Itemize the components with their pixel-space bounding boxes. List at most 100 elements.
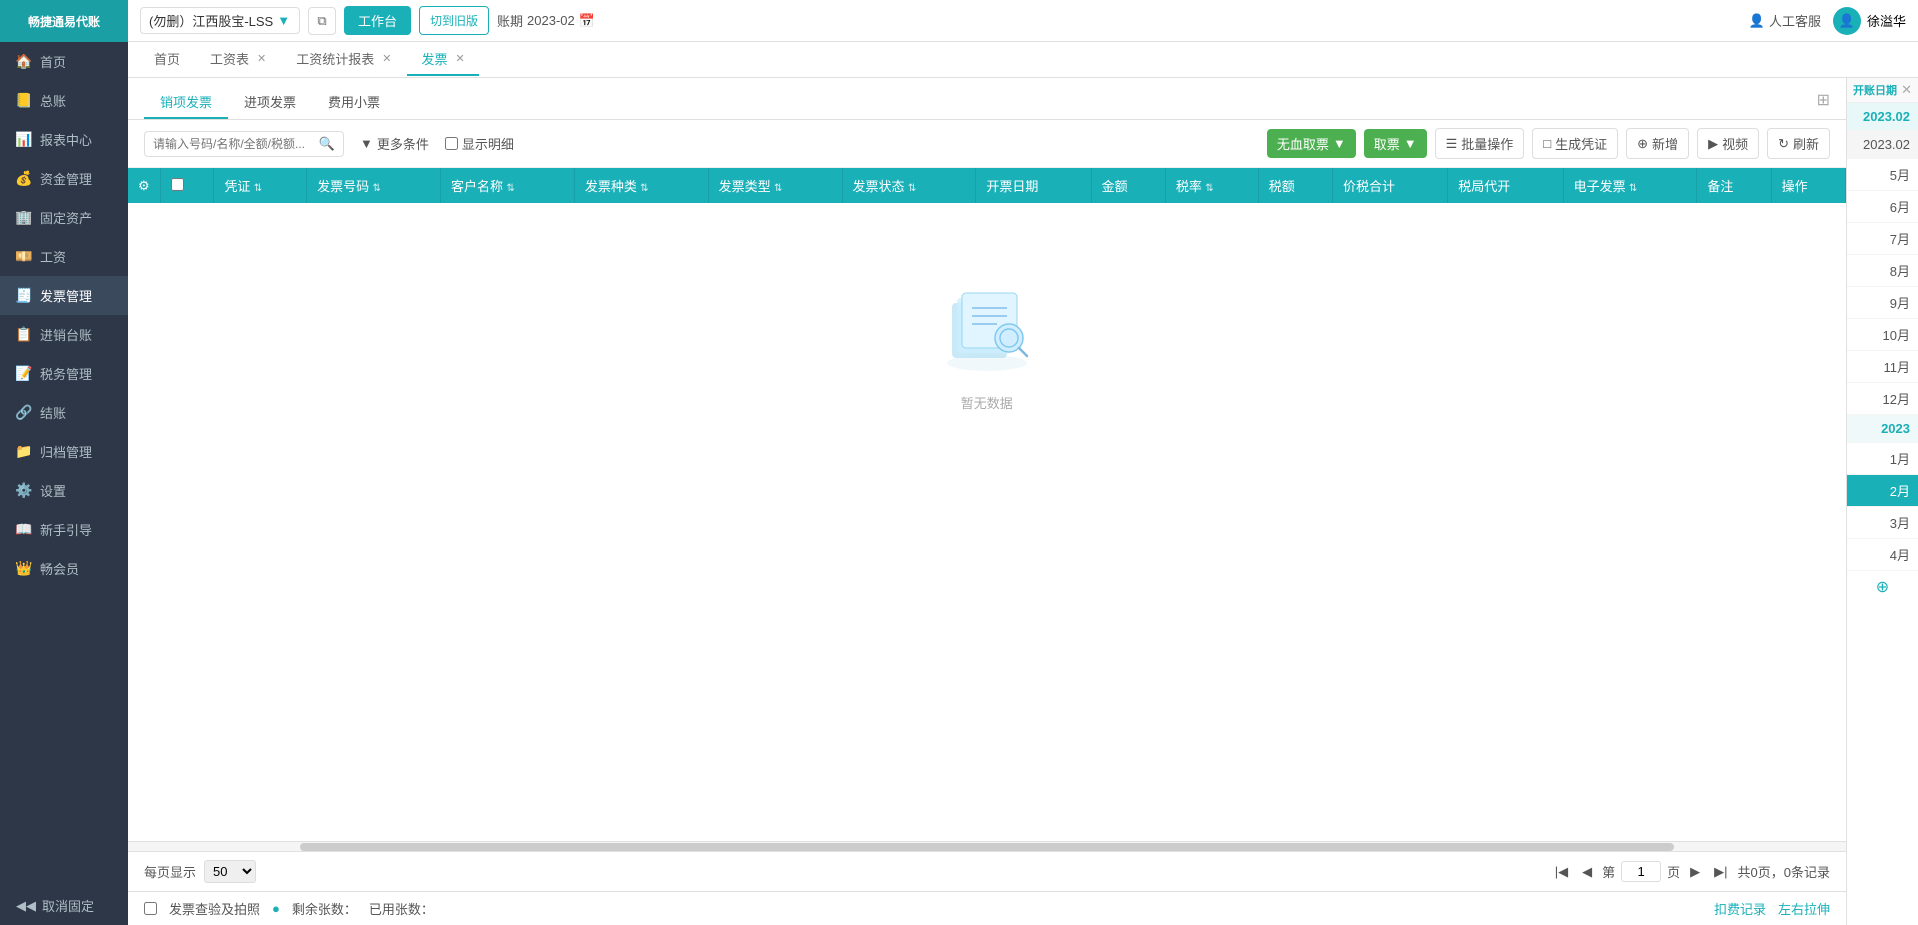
company-selector[interactable]: (勿删）江西股宝-LSS ▼ [140, 7, 300, 34]
sidebar-item-sales-ledger[interactable]: 📋 进销台账 [0, 315, 128, 354]
sidebar-item-payroll[interactable]: 💴 工资 [0, 237, 128, 276]
date-2023-04[interactable]: 4月 [1847, 539, 1918, 571]
last-page-button[interactable]: ▶| [1710, 862, 1731, 882]
date-item-header1[interactable]: 2023.02 [1847, 103, 1918, 131]
pin-icon: ◀◀ [16, 898, 36, 914]
settings-icon: ⚙️ [16, 483, 32, 499]
th-electronic[interactable]: 电子发票 ⇅ [1563, 168, 1697, 203]
show-detail-checkbox[interactable]: 显示明细 [445, 134, 514, 153]
next-page-button[interactable]: ▶ [1686, 862, 1704, 882]
fee-record-link[interactable]: 扣费记录 [1714, 899, 1766, 918]
th-total[interactable]: 价税合计 [1332, 168, 1447, 203]
date-month-5[interactable]: 5月 [1847, 159, 1918, 191]
date-panel: 开账日期 ✕ 2023.02 2023.02 5月 6月 7月 8月 9月 [1846, 78, 1918, 925]
sidebar-item-home[interactable]: 🏠 首页 [0, 42, 128, 81]
stretch-link[interactable]: 左右拉伸 [1778, 899, 1830, 918]
th-invoice-no[interactable]: 发票号码 ⇅ [307, 168, 441, 203]
table-footer: 每页显示 50 100 200 |◀ ◀ 第 页 ▶ ▶| 共0页，0条记录 [128, 851, 1846, 891]
sub-tabs: 销项发票 进项发票 费用小票 ⊞ [128, 78, 1846, 120]
search-input[interactable] [153, 137, 315, 151]
date-month-12[interactable]: 12月 [1847, 383, 1918, 415]
toolbar-right: 无血取票 ▼ 取票 ▼ ☰ 批量操作 □ 生成凭证 [1267, 128, 1830, 159]
filter-icon: ▼ [360, 136, 373, 151]
date-2023-01[interactable]: 1月 [1847, 443, 1918, 475]
th-tax-bureau[interactable]: 税局代开 [1448, 168, 1563, 203]
th-remark[interactable]: 备注 [1697, 168, 1771, 203]
switch-version-button[interactable]: 切到旧版 [419, 6, 489, 35]
th-invoice-type[interactable]: 发票种类 ⇅ [574, 168, 708, 203]
sidebar-item-invoice[interactable]: 🧾 发票管理 [0, 276, 128, 315]
sidebar-item-funds[interactable]: 💰 资金管理 [0, 159, 128, 198]
tab-payroll-stats[interactable]: 工资统计报表 ✕ [282, 43, 405, 76]
date-month-10[interactable]: 10月 [1847, 319, 1918, 351]
sidebar-item-reports[interactable]: 📊 报表中心 [0, 120, 128, 159]
th-settings[interactable]: ⚙ [128, 168, 160, 203]
th-amount[interactable]: 金额 [1091, 168, 1165, 203]
date-item-header2[interactable]: 2023.02 [1847, 131, 1918, 159]
date-month-8[interactable]: 8月 [1847, 255, 1918, 287]
page-size-select[interactable]: 50 100 200 [204, 860, 256, 883]
th-checkbox[interactable] [160, 168, 214, 203]
batch-op-button[interactable]: ☰ 批量操作 [1435, 128, 1525, 159]
date-panel-close-icon[interactable]: ✕ [1901, 82, 1912, 98]
take-ticket-button[interactable]: 取票 ▼ [1364, 129, 1427, 158]
copy-button[interactable]: ⧉ [308, 7, 336, 35]
video-button[interactable]: ▶ 视频 [1697, 128, 1759, 159]
user-info[interactable]: 👤 徐溢华 [1833, 7, 1906, 35]
tab-invoice[interactable]: 发票 ✕ [407, 43, 478, 76]
gen-voucher-button[interactable]: □ 生成凭证 [1532, 128, 1618, 159]
sidebar-item-archive[interactable]: 📁 归档管理 [0, 432, 128, 471]
sidebar-item-fixed-assets[interactable]: 🏢 固定资产 [0, 198, 128, 237]
sidebar-item-guide[interactable]: 📖 新手引导 [0, 510, 128, 549]
invoice-verify-checkbox[interactable] [144, 902, 157, 915]
date-month-6[interactable]: 6月 [1847, 191, 1918, 223]
sidebar-item-tax[interactable]: 📝 税务管理 [0, 354, 128, 393]
new-invoice-button[interactable]: ⊕ 新增 [1626, 128, 1689, 159]
sidebar-item-ledger[interactable]: 📒 总账 [0, 81, 128, 120]
empty-text: 暂无数据 [961, 393, 1013, 412]
sidebar-item-member[interactable]: 👑 畅会员 [0, 549, 128, 588]
workspace-button[interactable]: 工作台 [344, 6, 411, 35]
sub-tab-expense-ticket[interactable]: 费用小票 [312, 86, 396, 119]
th-tax-rate[interactable]: 税率 ⇅ [1165, 168, 1258, 203]
refresh-button[interactable]: ↻ 刷新 [1767, 128, 1830, 159]
search-box[interactable]: 🔍 [144, 131, 344, 157]
date-2023-02[interactable]: 2月 [1847, 475, 1918, 507]
date-panel-title: 开账日期 [1853, 82, 1897, 98]
select-all-checkbox[interactable] [171, 178, 184, 191]
first-page-button[interactable]: |◀ [1551, 862, 1572, 882]
sub-tab-sales-invoice[interactable]: 销项发票 [144, 86, 228, 119]
th-voucher[interactable]: 凭证 ⇅ [214, 168, 307, 203]
sidebar-item-settings[interactable]: ⚙️ 设置 [0, 471, 128, 510]
page-number-input[interactable] [1621, 861, 1661, 882]
more-filter-button[interactable]: ▼ 更多条件 [352, 130, 437, 157]
tab-payroll[interactable]: 工资表 ✕ [196, 43, 280, 76]
th-invoice-category[interactable]: 发票类型 ⇅ [708, 168, 842, 203]
grid-layout-icon[interactable]: ⊞ [1817, 90, 1830, 110]
th-invoice-status[interactable]: 发票状态 ⇅ [842, 168, 976, 203]
date-month-7[interactable]: 7月 [1847, 223, 1918, 255]
date-month-11[interactable]: 11月 [1847, 351, 1918, 383]
date-panel-scroll-down[interactable]: ⊕ [1847, 571, 1918, 603]
date-2023-03[interactable]: 3月 [1847, 507, 1918, 539]
show-detail-check[interactable] [445, 137, 458, 150]
tab-bar: 首页 工资表 ✕ 工资统计报表 ✕ 发票 ✕ [128, 42, 1918, 78]
th-date[interactable]: 开票日期 [976, 168, 1091, 203]
remaining-label: 剩余张数： [292, 899, 357, 918]
tab-payroll-close[interactable]: ✕ [257, 52, 266, 65]
page-label: 第 [1602, 862, 1615, 881]
sidebar-item-close-accounts[interactable]: 🔗 结账 [0, 393, 128, 432]
date-month-9[interactable]: 9月 [1847, 287, 1918, 319]
tab-invoice-close[interactable]: ✕ [456, 52, 465, 65]
scroll-thumb[interactable] [300, 843, 1674, 851]
no-tax-button[interactable]: 无血取票 ▼ [1267, 129, 1356, 158]
take-dropdown-icon: ▼ [1404, 136, 1417, 151]
prev-page-button[interactable]: ◀ [1578, 862, 1596, 882]
th-tax[interactable]: 税额 [1258, 168, 1332, 203]
tab-home[interactable]: 首页 [140, 43, 194, 76]
sub-tab-purchase-invoice[interactable]: 进项发票 [228, 86, 312, 119]
unpin-button[interactable]: ◀◀ 取消固定 [0, 886, 128, 925]
tab-payroll-stats-close[interactable]: ✕ [382, 52, 391, 65]
service-button[interactable]: 👤 人工客服 [1749, 11, 1821, 30]
th-customer[interactable]: 客户名称 ⇅ [440, 168, 574, 203]
